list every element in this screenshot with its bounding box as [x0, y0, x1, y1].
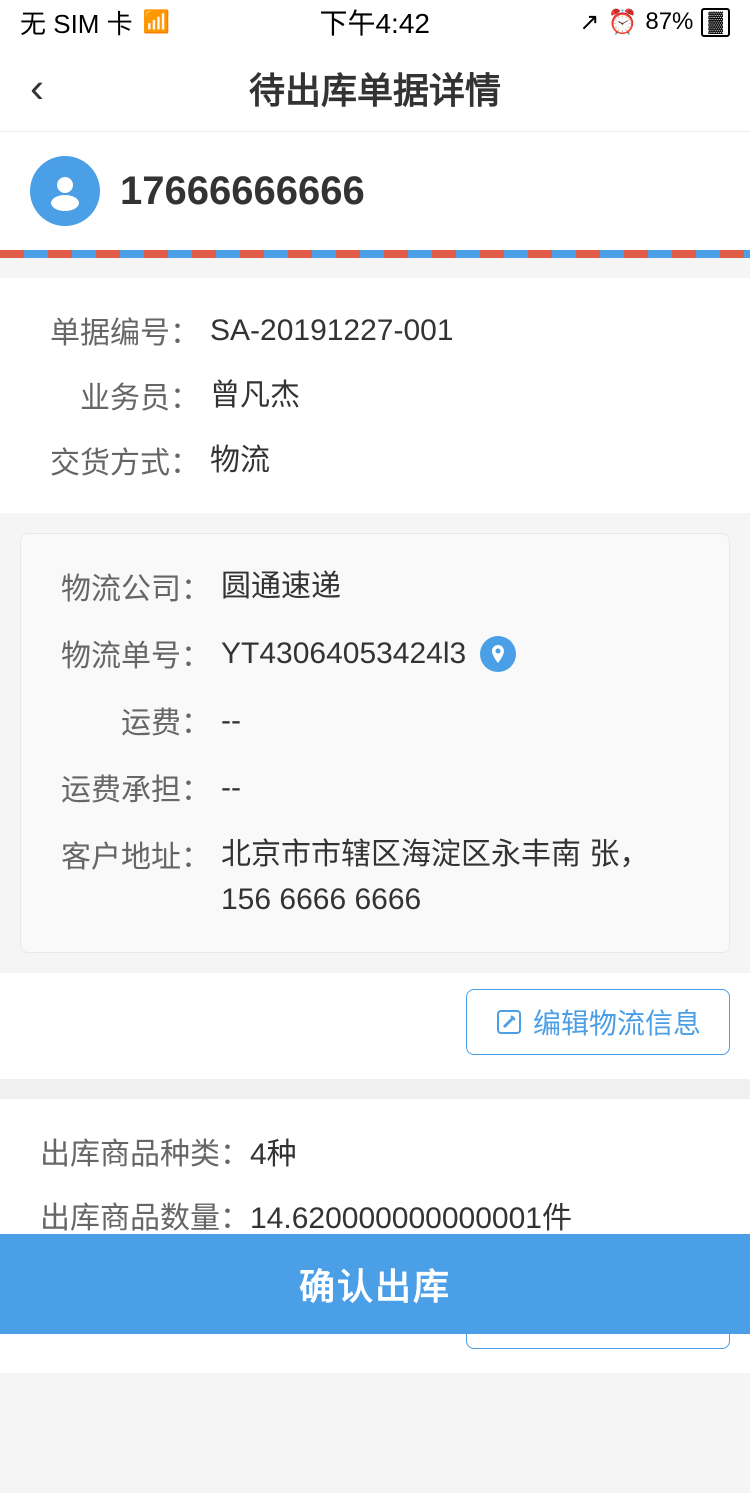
goods-quantity-value: 14.620000000000001件	[250, 1193, 572, 1237]
confirm-outbound-button[interactable]: 确认出库	[299, 1258, 451, 1310]
delivery-method-row: 交货方式： 物流	[40, 438, 710, 483]
salesman-label: 业务员：	[40, 373, 200, 417]
page-title: 待出库单据详情	[249, 62, 501, 114]
logistics-company-row: 物流公司： 圆通速递	[51, 564, 699, 609]
logistics-number-value: YT43064053424l3	[211, 631, 699, 676]
wifi-icon: 📶	[143, 9, 170, 35]
location-pin-icon[interactable]	[480, 636, 516, 672]
status-bar: 无 SIM 卡 📶 下午4:42 ↗ ⏰ 87% ▓	[0, 0, 750, 44]
status-right: ↗ ⏰ 87% ▓	[579, 8, 730, 37]
logistics-number-label: 物流单号：	[51, 631, 211, 675]
freight-value: --	[211, 698, 699, 743]
logistics-company-value: 圆通速递	[211, 564, 699, 609]
section-divider	[0, 1079, 750, 1099]
customer-card: 17666666666	[0, 132, 750, 250]
goods-types-label: 出库商品种类：	[40, 1129, 250, 1173]
edit-btn-row: 编辑物流信息	[0, 973, 750, 1079]
customer-phone: 17666666666	[120, 169, 365, 214]
logistics-number-row: 物流单号： YT43064053424l3	[51, 631, 699, 676]
status-time: 下午4:42	[319, 2, 430, 42]
salesman-value: 曾凡杰	[200, 373, 710, 418]
freight-label: 运费：	[51, 698, 211, 742]
salesman-row: 业务员： 曾凡杰	[40, 373, 710, 418]
location-status-icon: ↗	[579, 8, 599, 37]
order-id-row: 单据编号： SA-20191227-001	[40, 308, 710, 353]
edit-logistics-label: 编辑物流信息	[533, 1002, 701, 1042]
goods-types-row: 出库商品种类： 4种	[40, 1129, 710, 1173]
status-left: 无 SIM 卡 📶	[20, 4, 170, 41]
freight-row: 运费： --	[51, 698, 699, 743]
order-info-section: 单据编号： SA-20191227-001 业务员： 曾凡杰 交货方式： 物流	[0, 278, 750, 513]
battery-text: 87%	[645, 8, 693, 36]
logistics-company-label: 物流公司：	[51, 564, 211, 608]
avatar	[30, 156, 100, 226]
carrier-text: 无 SIM 卡	[20, 4, 133, 41]
goods-types-value: 4种	[250, 1129, 297, 1173]
freight-bearer-row: 运费承担： --	[51, 765, 699, 810]
freight-bearer-value: --	[211, 765, 699, 810]
logistics-card: 物流公司： 圆通速递 物流单号： YT43064053424l3 运费： -- …	[20, 533, 730, 953]
goods-quantity-label: 出库商品数量：	[40, 1193, 250, 1237]
customer-address-label: 客户地址：	[51, 832, 211, 876]
freight-bearer-label: 运费承担：	[51, 765, 211, 809]
order-id-value: SA-20191227-001	[200, 308, 710, 353]
nav-bar: ‹ 待出库单据详情	[0, 44, 750, 132]
bottom-btn-wrap: 确认出库	[0, 1234, 750, 1334]
customer-address-value: 北京市市辖区海淀区永丰南 张，156 6666 6666	[211, 832, 699, 922]
delivery-method-value: 物流	[200, 438, 710, 483]
dashed-divider	[0, 250, 750, 258]
order-id-label: 单据编号：	[40, 308, 200, 352]
back-button[interactable]: ‹	[30, 67, 44, 109]
customer-address-row: 客户地址： 北京市市辖区海淀区永丰南 张，156 6666 6666	[51, 832, 699, 922]
alarm-icon: ⏰	[607, 8, 637, 37]
battery-icon: ▓	[701, 8, 730, 37]
delivery-method-label: 交货方式：	[40, 438, 200, 482]
goods-quantity-row: 出库商品数量： 14.620000000000001件	[40, 1193, 710, 1237]
edit-logistics-button[interactable]: 编辑物流信息	[466, 989, 730, 1055]
